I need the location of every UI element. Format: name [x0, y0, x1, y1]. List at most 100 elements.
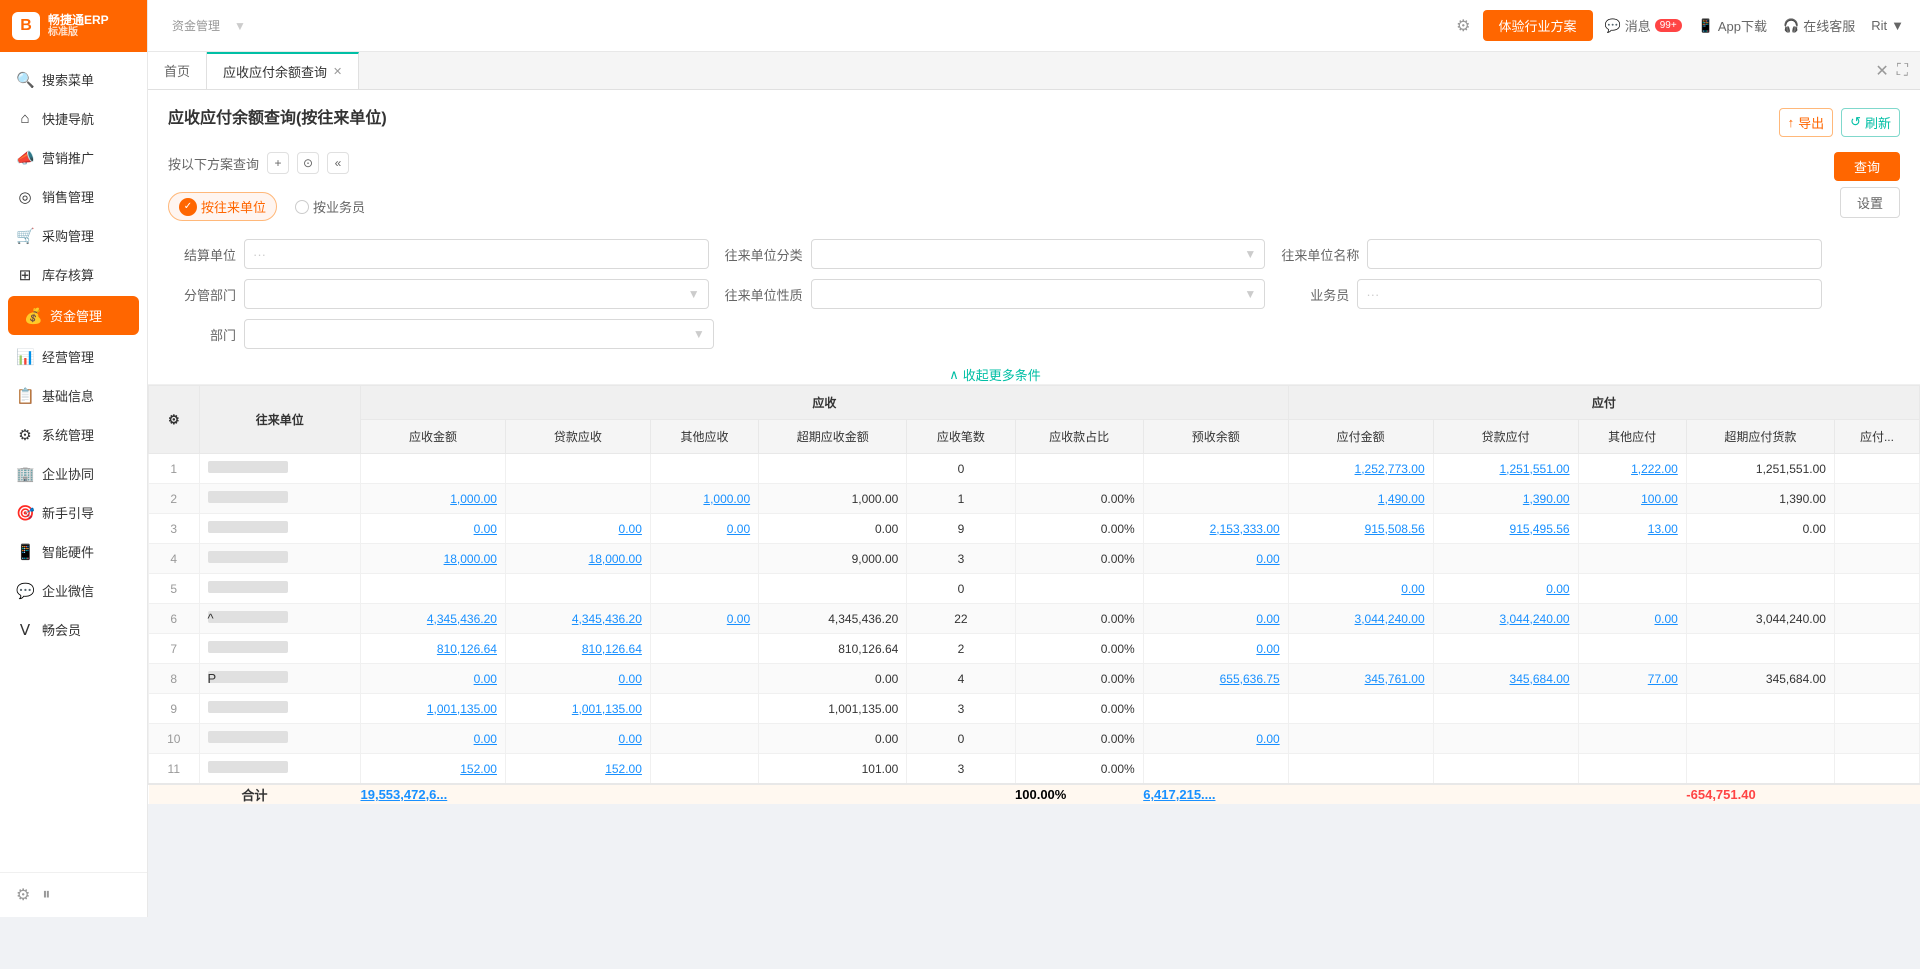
- sidebar-item-sales[interactable]: ◎ 销售管理: [0, 177, 147, 216]
- filter-add-btn[interactable]: +: [267, 152, 289, 174]
- table-row: 418,000.0018,000.009,000.0030.00%0.00: [149, 544, 1920, 574]
- table-container: ⚙ 往来单位 应收 应付 应收金额 贷款应收 其他应收 超期应收金额 应收笔数 …: [148, 385, 1920, 804]
- footer-prepaid: 6,417,215....: [1143, 784, 1288, 804]
- tab-home[interactable]: 首页: [148, 52, 207, 89]
- export-button[interactable]: ↑ 导出: [1779, 108, 1834, 137]
- th-ap-other: 其他应付: [1578, 420, 1686, 454]
- system-icon: ⚙: [16, 426, 34, 444]
- sales-icon: ◎: [16, 188, 34, 206]
- message-icon: 💬: [1605, 18, 1621, 34]
- data-table: ⚙ 往来单位 应收 应付 应收金额 贷款应收 其他应收 超期应收金额 应收笔数 …: [148, 385, 1920, 804]
- table-row: 91,001,135.001,001,135.001,001,135.0030.…: [149, 694, 1920, 724]
- sidebar-item-search[interactable]: 🔍 搜索菜单: [0, 60, 147, 99]
- tab-ar-ap[interactable]: 应收应付余额查询 ✕: [207, 52, 359, 89]
- partner-nature-input[interactable]: ▼: [811, 279, 1266, 309]
- settings-footer-icon[interactable]: ⚙: [16, 885, 30, 905]
- sub-filter-salesperson-circle: [295, 200, 309, 214]
- solution-button[interactable]: 体验行业方案: [1483, 10, 1593, 41]
- tab-close-icon[interactable]: ✕: [333, 65, 342, 78]
- table-row: 500.000.00: [149, 574, 1920, 604]
- sidebar: B 畅捷通ERP 标准版 🔍 搜索菜单 ⌂ 快捷导航 📣 营销推广 ◎ 销售管理…: [0, 0, 148, 917]
- sidebar-item-system[interactable]: ⚙ 系统管理: [0, 415, 147, 454]
- sub-filter-by-partner[interactable]: ✓ 按往来单位: [168, 192, 277, 221]
- app-download-item[interactable]: 📱 App下载: [1698, 16, 1767, 35]
- refresh-button[interactable]: ↺ 刷新: [1841, 108, 1900, 137]
- th-ap-loan: 贷款应付: [1433, 420, 1578, 454]
- sidebar-item-guide[interactable]: 🎯 新手引导: [0, 493, 147, 532]
- tab-maximize-icon[interactable]: ⛶: [1897, 62, 1908, 80]
- table-row: 11152.00152.00101.0030.00%: [149, 754, 1920, 785]
- message-badge: 99+: [1655, 19, 1682, 32]
- table-settings-icon[interactable]: ⚙: [168, 412, 180, 427]
- wechat-icon: 💬: [16, 582, 34, 600]
- app-icon: 📱: [1698, 18, 1714, 34]
- sidebar-label-inventory: 库存核算: [42, 265, 94, 284]
- settlement-unit-input[interactable]: ···: [244, 239, 709, 269]
- filter-expand-btn[interactable]: «: [327, 152, 349, 174]
- sidebar-item-member[interactable]: Ⅴ 畅会员: [0, 610, 147, 649]
- filter-row-1: 结算单位 ··· 往来单位分类 ▼ 往来单位名称: [168, 239, 1822, 269]
- partner-cell: [199, 754, 360, 785]
- table-footer-row: 合计 19,553,472,6... 100.00% 6,417,215....…: [149, 784, 1920, 804]
- sidebar-item-purchase[interactable]: 🛒 采购管理: [0, 216, 147, 255]
- sidebar-item-quicknav[interactable]: ⌂ 快捷导航: [0, 99, 147, 138]
- sidebar-item-operations[interactable]: 📊 经营管理: [0, 337, 147, 376]
- partner-nature-label: 往来单位性质: [725, 285, 803, 304]
- message-item[interactable]: 💬 消息 99+: [1605, 16, 1682, 35]
- query-button[interactable]: 查询: [1834, 152, 1900, 181]
- footer-ap-overdue: -654,751.40: [1686, 784, 1834, 804]
- filter-collapse-area: ∧ 收起更多条件: [168, 365, 1822, 384]
- sub-filter-salesperson-label: 按业务员: [313, 197, 365, 216]
- sidebar-item-enterprise[interactable]: 🏢 企业协同: [0, 454, 147, 493]
- partner-name-input[interactable]: [1367, 239, 1822, 269]
- sub-filter-by-salesperson[interactable]: 按业务员: [285, 193, 375, 220]
- topbar-settings-icon[interactable]: ⚙: [1456, 16, 1470, 36]
- managing-dept-input[interactable]: ▼: [244, 279, 709, 309]
- tab-close-window-icon[interactable]: ✕: [1875, 61, 1888, 81]
- tab-bar-actions: ✕ ⛶: [1863, 61, 1920, 81]
- sidebar-label-wechat: 企业微信: [42, 581, 94, 600]
- sidebar-item-basicinfo[interactable]: 📋 基础信息: [0, 376, 147, 415]
- capital-icon: 💰: [24, 307, 42, 325]
- basicinfo-icon: 📋: [16, 387, 34, 405]
- sidebar-item-inventory[interactable]: ⊞ 库存核算: [0, 255, 147, 294]
- sidebar-item-capital[interactable]: 💰 资金管理: [8, 296, 139, 335]
- filter-settings-btn[interactable]: ⊙: [297, 152, 319, 174]
- th-payable-group: 应付: [1288, 386, 1919, 420]
- filter-group-managing-dept: 分管部门 ▼: [168, 279, 709, 309]
- sidebar-label-sales: 销售管理: [42, 187, 94, 206]
- partner-cell: [199, 544, 360, 574]
- collapse-footer-icon[interactable]: ⏸: [42, 886, 50, 904]
- sub-filter-partner-label: 按往来单位: [201, 197, 266, 216]
- user-item[interactable]: Rit ▼: [1871, 18, 1904, 33]
- settings-button[interactable]: 设置: [1840, 187, 1900, 218]
- th-ar-other: 其他应收: [650, 420, 758, 454]
- table-row: 100.000.000.0000.00%0.00: [149, 724, 1920, 754]
- filter-collapse-btn[interactable]: ∧ 收起更多条件: [949, 365, 1041, 384]
- sidebar-item-marketing[interactable]: 📣 营销推广: [0, 138, 147, 177]
- th-ar-loan: 贷款应收: [505, 420, 650, 454]
- member-icon: Ⅴ: [16, 621, 34, 639]
- sidebar-label-smarthw: 智能硬件: [42, 542, 94, 561]
- salesperson-input[interactable]: ···: [1357, 279, 1822, 309]
- filter-label: 按以下方案查询: [168, 154, 259, 173]
- th-partner: 往来单位: [199, 386, 360, 454]
- footer-label: 合计: [149, 784, 361, 804]
- sidebar-label-marketing: 营销推广: [42, 148, 94, 167]
- department-input[interactable]: ▼: [244, 319, 714, 349]
- user-name: Rit: [1871, 18, 1887, 33]
- partner-cell: P: [199, 664, 360, 694]
- partner-cell: [199, 724, 360, 754]
- filter-group-partner-category: 往来单位分类 ▼: [725, 239, 1266, 269]
- partner-cell: [199, 694, 360, 724]
- filter-group-partner-name: 往来单位名称: [1281, 239, 1822, 269]
- inventory-icon: ⊞: [16, 266, 34, 284]
- th-ap-amount: 应付金额: [1288, 420, 1433, 454]
- partner-category-input[interactable]: ▼: [811, 239, 1266, 269]
- managing-dept-label: 分管部门: [168, 285, 236, 304]
- tab-home-label: 首页: [164, 61, 190, 80]
- sidebar-item-wechat[interactable]: 💬 企业微信: [0, 571, 147, 610]
- online-service-item[interactable]: 🎧 在线客服: [1783, 16, 1855, 35]
- sidebar-item-smarthw[interactable]: 📱 智能硬件: [0, 532, 147, 571]
- sidebar-label-capital: 资金管理: [50, 306, 102, 325]
